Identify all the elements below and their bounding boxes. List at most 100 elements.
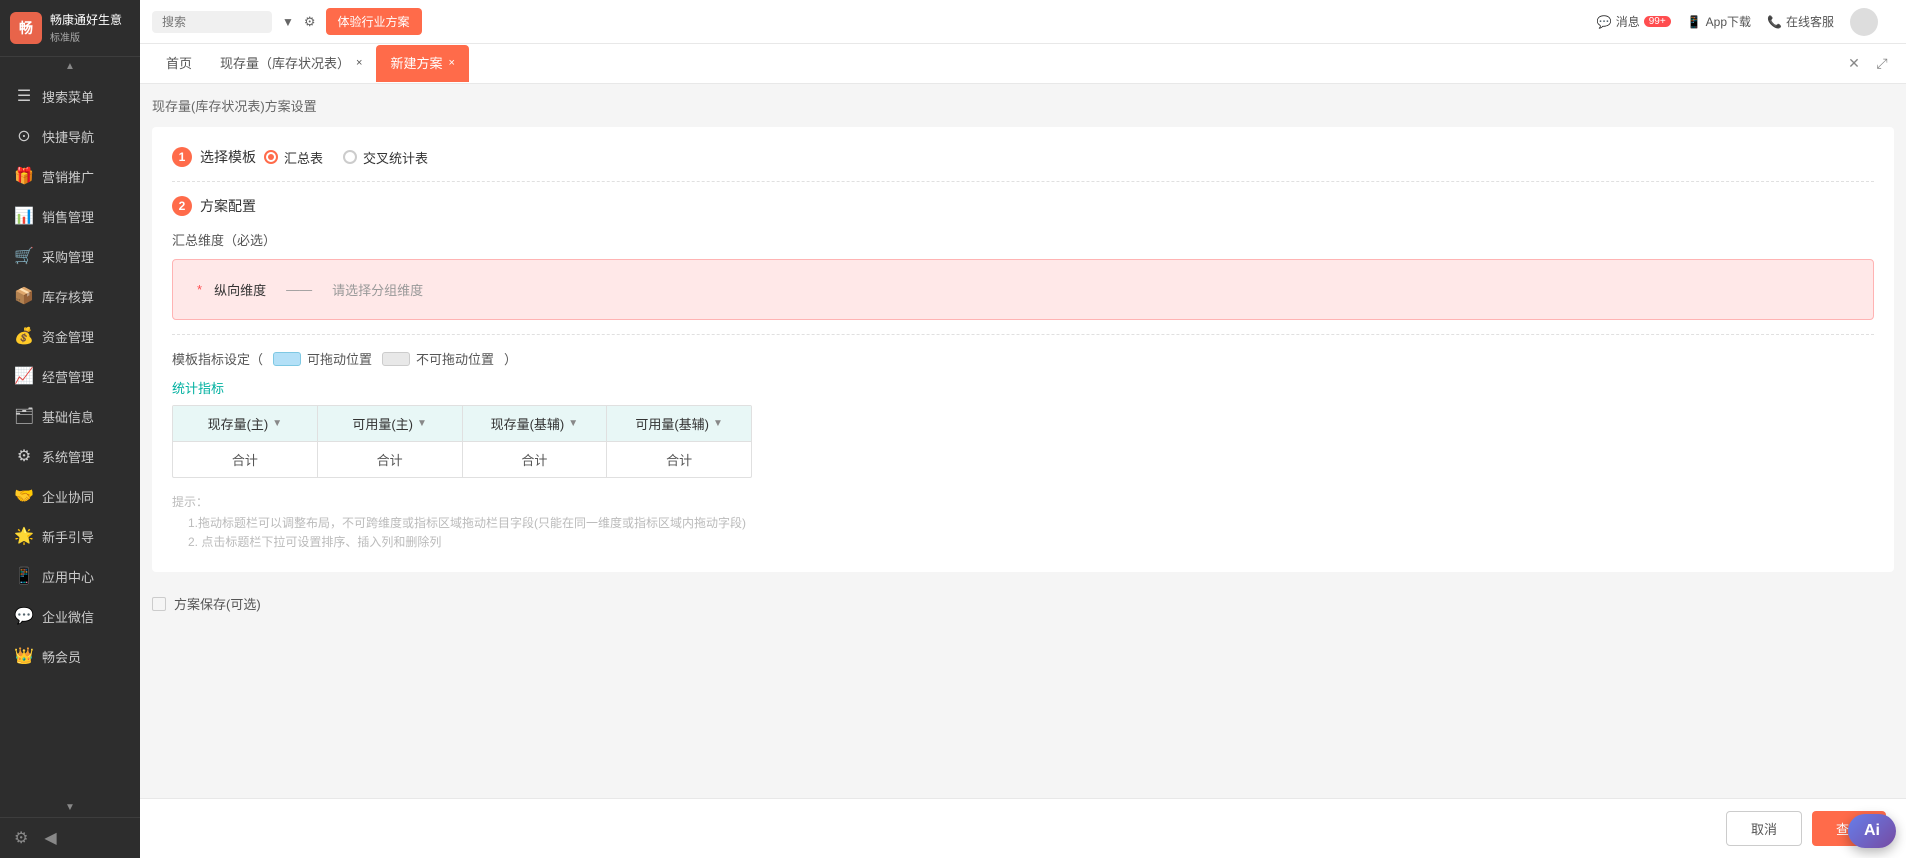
radio-cross[interactable]: 交叉统计表 [343, 148, 428, 167]
sidebar-item-quick-nav[interactable]: ⊙ 快捷导航 [0, 116, 140, 156]
save-option: 方案保存(可选) [152, 584, 1894, 623]
vertical-dimension-label: 纵向维度 [214, 280, 266, 299]
dimension-area[interactable]: * 纵向维度 —— 请选择分组维度 [172, 259, 1874, 320]
message-label: 消息 [1616, 13, 1640, 30]
stats-col-current-aux-label: 现存量(基辅) [491, 414, 565, 433]
stats-col-available-main-chevron: ▼ [417, 418, 427, 429]
save-checkbox[interactable] [152, 597, 166, 611]
footer-settings-icon[interactable]: ⚙ [14, 828, 28, 848]
sidebar-item-member[interactable]: 👑 畅会员 [0, 636, 140, 676]
sidebar-item-search-menu[interactable]: ☰ 搜索菜单 [0, 76, 140, 116]
stats-label: 统计指标 [172, 378, 1874, 397]
sidebar-item-label-inventory: 库存核算 [42, 287, 94, 306]
app-download-btn[interactable]: 📱 App下载 [1687, 13, 1751, 30]
window-controls: ✕ ⤢ [1842, 52, 1894, 76]
tab-inventory-status-label: 现存量（库存状况表） [220, 53, 350, 72]
close-panel-btn[interactable]: ✕ [1842, 52, 1866, 76]
online-service-btn[interactable]: 📞 在线客服 [1767, 13, 1834, 30]
stats-cell-0-3: 合计 [607, 442, 751, 477]
sidebar-item-wechat[interactable]: 💬 企业微信 [0, 596, 140, 636]
experience-btn[interactable]: 体验行业方案 [326, 8, 422, 35]
message-btn[interactable]: 💬 消息 99+ [1597, 13, 1671, 30]
required-star: * [197, 282, 202, 297]
section-divider-1 [172, 181, 1874, 182]
tips-title: 提示： [172, 493, 1874, 510]
stats-table-row-0: 合计 合计 合计 合计 [173, 442, 751, 477]
settings-card: 1 选择模板 汇总表 交叉统计表 2 方案配置 [152, 127, 1894, 572]
tab-inventory-status-close[interactable]: × [356, 57, 362, 69]
brand-edition: 标准版 [50, 29, 122, 44]
stats-col-available-aux-label: 可用量(基辅) [635, 414, 709, 433]
quick-nav-icon: ⊙ [14, 126, 34, 146]
stats-col-available-main[interactable]: 可用量(主) ▼ [318, 406, 463, 441]
search-menu-icon: ☰ [14, 86, 34, 106]
step1-header: 1 选择模板 汇总表 交叉统计表 [172, 147, 1874, 167]
topbar: ▼ ⚙ 体验行业方案 💬 消息 99+ 📱 App下载 📞 在线客服 [140, 0, 1906, 44]
app-download-icon: 📱 [1687, 15, 1702, 29]
radio-cross-label: 交叉统计表 [363, 148, 428, 167]
tab-bar: 首页 现存量（库存状况表） × 新建方案 × ✕ ⤢ [140, 44, 1906, 84]
sidebar-scroll-down[interactable]: ▼ [0, 798, 140, 817]
radio-summary[interactable]: 汇总表 [264, 148, 323, 167]
topbar-settings-icon[interactable]: ⚙ [304, 14, 316, 30]
cancel-button[interactable]: 取消 [1726, 811, 1802, 846]
service-label: 在线客服 [1786, 13, 1834, 30]
sidebar-item-enterprise[interactable]: 🤝 企业协同 [0, 476, 140, 516]
app-center-icon: 📱 [14, 566, 34, 586]
stats-col-current-main-chevron: ▼ [272, 418, 282, 429]
expand-panel-btn[interactable]: ⤢ [1870, 52, 1894, 76]
sidebar-item-label-wechat: 企业微信 [42, 607, 94, 626]
stats-cell-0-1: 合计 [318, 442, 463, 477]
sidebar-item-marketing[interactable]: 🎁 营销推广 [0, 156, 140, 196]
sidebar-item-purchase[interactable]: 🛒 采购管理 [0, 236, 140, 276]
brand-name: 畅康通好生意 [50, 12, 122, 29]
tab-new-plan-close[interactable]: × [448, 57, 454, 69]
wechat-icon: 💬 [14, 606, 34, 626]
inventory-icon: 📦 [14, 286, 34, 306]
tab-new-plan-label: 新建方案 [390, 53, 442, 72]
sidebar-item-system[interactable]: ⚙ 系统管理 [0, 436, 140, 476]
topbar-dropdown[interactable]: ▼ [282, 15, 294, 29]
tips-item-0: 1.拖动标题栏可以调整布局，不可跨维度或指标区域拖动栏目字段(只能在同一维度或指… [188, 514, 1874, 531]
step2-header: 2 方案配置 [172, 196, 1874, 216]
sidebar-item-app-center[interactable]: 📱 应用中心 [0, 556, 140, 596]
ai-bubble[interactable]: Ai [1848, 814, 1896, 848]
sidebar-item-operation[interactable]: 📈 经营管理 [0, 356, 140, 396]
service-icon: 📞 [1767, 15, 1782, 29]
sidebar-item-inventory[interactable]: 📦 库存核算 [0, 276, 140, 316]
step1-title: 选择模板 [200, 147, 256, 167]
base-info-icon: 🗂 [14, 406, 34, 426]
sidebar-item-finance[interactable]: 💰 资金管理 [0, 316, 140, 356]
stats-col-current-main[interactable]: 现存量(主) ▼ [173, 406, 318, 441]
stats-col-available-aux-chevron: ▼ [713, 418, 723, 429]
draggable-label: 可拖动位置 [307, 349, 372, 368]
sidebar: 畅 畅康通好生意 标准版 ▲ ☰ 搜索菜单 ⊙ 快捷导航 🎁 营销推广 📊 销售… [0, 0, 140, 858]
sidebar-item-sales[interactable]: 📊 销售管理 [0, 196, 140, 236]
user-avatar[interactable] [1850, 8, 1878, 36]
tab-inventory-status[interactable]: 现存量（库存状况表） × [206, 45, 376, 82]
app-download-label: App下载 [1706, 13, 1751, 30]
sidebar-item-label-finance: 资金管理 [42, 327, 94, 346]
draggable-indicator: 可拖动位置 [273, 349, 372, 368]
footer-help-icon[interactable]: ◀ [44, 828, 56, 848]
stats-section: 统计指标 现存量(主) ▼ 可用量(主) ▼ 现存量(基辅) [172, 378, 1874, 481]
page-body: 现存量(库存状况表)方案设置 1 选择模板 汇总表 交叉统计表 [140, 84, 1906, 858]
stats-col-current-aux-chevron: ▼ [568, 418, 578, 429]
dimension-dash: —— [286, 282, 312, 297]
system-icon: ⚙ [14, 446, 34, 466]
search-input[interactable] [152, 11, 272, 33]
sidebar-scroll-up[interactable]: ▲ [0, 57, 140, 76]
stats-cell-0-0: 合计 [173, 442, 318, 477]
tab-home[interactable]: 首页 [152, 45, 206, 82]
page-title: 现存量(库存状况表)方案设置 [152, 96, 1894, 115]
sidebar-item-newbie[interactable]: 🌟 新手引导 [0, 516, 140, 556]
sidebar-item-base-info[interactable]: 🗂 基础信息 [0, 396, 140, 436]
stats-col-current-aux[interactable]: 现存量(基辅) ▼ [463, 406, 608, 441]
radio-summary-circle [264, 150, 278, 164]
sidebar-item-label-newbie: 新手引导 [42, 527, 94, 546]
sidebar-item-label-operation: 经营管理 [42, 367, 94, 386]
sidebar-item-label-enterprise: 企业协同 [42, 487, 94, 506]
tab-new-plan[interactable]: 新建方案 × [376, 45, 468, 82]
stats-col-available-aux[interactable]: 可用量(基辅) ▼ [607, 406, 751, 441]
member-icon: 👑 [14, 646, 34, 666]
